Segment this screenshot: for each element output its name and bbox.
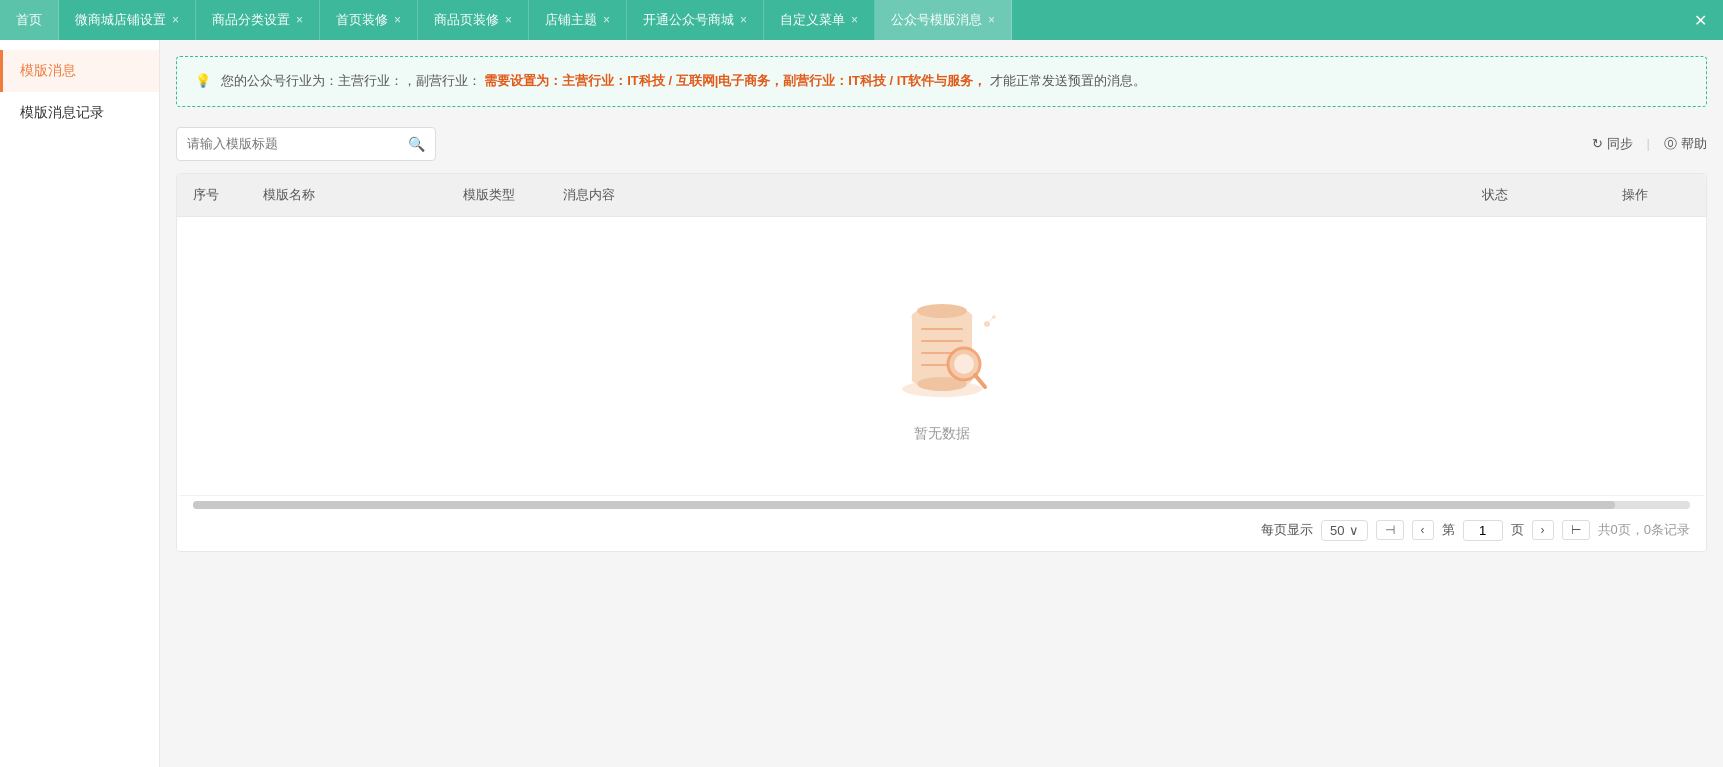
- col-header-content: 消息内容: [547, 174, 1466, 217]
- nav-tab-store-settings[interactable]: 微商城店铺设置 ×: [59, 0, 196, 40]
- nav-tab-wechat-shop[interactable]: 开通公众号商城 ×: [627, 0, 764, 40]
- divider: |: [1647, 136, 1650, 151]
- content-area: 💡 您的公众号行业为：主营行业：，副营行业： 需要设置为：主营行业：IT科技 /…: [160, 40, 1723, 767]
- close-icon[interactable]: ×: [851, 13, 858, 27]
- search-icon[interactable]: 🔍: [408, 136, 425, 152]
- empty-state-cell: 暂无数据: [177, 216, 1706, 495]
- svg-point-8: [954, 354, 974, 374]
- notice-box: 💡 您的公众号行业为：主营行业：，副营行业： 需要设置为：主营行业：IT科技 /…: [176, 56, 1707, 107]
- page-size-label: 每页显示: [1261, 521, 1313, 539]
- main-layout: 模版消息 模版消息记录 💡 您的公众号行业为：主营行业：，副营行业： 需要设置为…: [0, 40, 1723, 767]
- sidebar-item-template-msg-records[interactable]: 模版消息记录: [0, 92, 159, 134]
- page-label: 第: [1442, 521, 1455, 539]
- help-button[interactable]: ⓪ 帮助: [1664, 135, 1707, 153]
- pagination: 每页显示 50 ∨ ⊣ ‹ 第 页 › ⊢ 共0页，0条记录: [177, 510, 1706, 551]
- toolbar-right: ↻ 同步 | ⓪ 帮助: [1592, 135, 1707, 153]
- search-bar: 🔍 ↻ 同步 | ⓪ 帮助: [176, 127, 1707, 161]
- chevron-down-icon: ∨: [1349, 523, 1359, 538]
- nav-tab-home[interactable]: 首页: [0, 0, 59, 40]
- close-icon[interactable]: ×: [505, 13, 512, 27]
- sidebar-item-template-msg[interactable]: 模版消息: [0, 50, 159, 92]
- svg-point-1: [917, 304, 967, 318]
- data-table: 序号 模版名称 模版类型 消息内容 状态 操作: [177, 174, 1706, 496]
- nav-tab-product-decor[interactable]: 商品页装修 ×: [418, 0, 529, 40]
- svg-line-12: [990, 317, 994, 321]
- close-icon[interactable]: ×: [740, 13, 747, 27]
- next-page-button[interactable]: ›: [1532, 520, 1554, 540]
- prev-page-button[interactable]: ‹: [1412, 520, 1434, 540]
- search-input-wrap[interactable]: 🔍: [176, 127, 436, 161]
- col-header-type: 模版类型: [447, 174, 547, 217]
- col-header-index: 序号: [177, 174, 247, 217]
- total-info: 共0页，0条记录: [1598, 521, 1690, 539]
- sync-button[interactable]: ↻ 同步: [1592, 135, 1633, 153]
- bulb-icon: 💡: [195, 73, 211, 88]
- nav-tab-custom-menu[interactable]: 自定义菜单 ×: [764, 0, 875, 40]
- search-input[interactable]: [187, 136, 408, 151]
- sidebar: 模版消息 模版消息记录: [0, 40, 160, 767]
- empty-illustration: [882, 289, 1002, 409]
- svg-point-10: [984, 321, 990, 327]
- page-input[interactable]: [1463, 520, 1503, 541]
- horizontal-scrollbar[interactable]: [177, 496, 1706, 509]
- nav-tab-template-msg[interactable]: 公众号模版消息 ×: [875, 0, 1012, 40]
- close-icon[interactable]: ×: [394, 13, 401, 27]
- page-size-select[interactable]: 50 ∨: [1321, 520, 1367, 541]
- help-icon: ⓪: [1664, 135, 1677, 153]
- col-header-status: 状态: [1466, 174, 1606, 217]
- nav-tab-theme[interactable]: 店铺主题 ×: [529, 0, 627, 40]
- sync-icon: ↻: [1592, 136, 1603, 151]
- close-icon[interactable]: ×: [603, 13, 610, 27]
- close-icon[interactable]: ×: [296, 13, 303, 27]
- close-icon[interactable]: ×: [172, 13, 179, 27]
- nav-tab-category[interactable]: 商品分类设置 ×: [196, 0, 320, 40]
- close-icon[interactable]: ×: [988, 13, 995, 27]
- first-page-button[interactable]: ⊣: [1376, 520, 1404, 540]
- last-page-button[interactable]: ⊢: [1562, 520, 1590, 540]
- col-header-action: 操作: [1606, 174, 1706, 217]
- top-nav: 首页 微商城店铺设置 × 商品分类设置 × 首页装修 × 商品页装修 × 店铺主…: [0, 0, 1723, 40]
- empty-state: 暂无数据: [193, 229, 1690, 483]
- close-all-button[interactable]: ✕: [1678, 11, 1723, 30]
- table-wrapper: 序号 模版名称 模版类型 消息内容 状态 操作: [176, 173, 1707, 552]
- col-header-name: 模版名称: [247, 174, 447, 217]
- page-unit: 页: [1511, 521, 1524, 539]
- nav-tab-home-decor[interactable]: 首页装修 ×: [320, 0, 418, 40]
- empty-text: 暂无数据: [914, 425, 970, 443]
